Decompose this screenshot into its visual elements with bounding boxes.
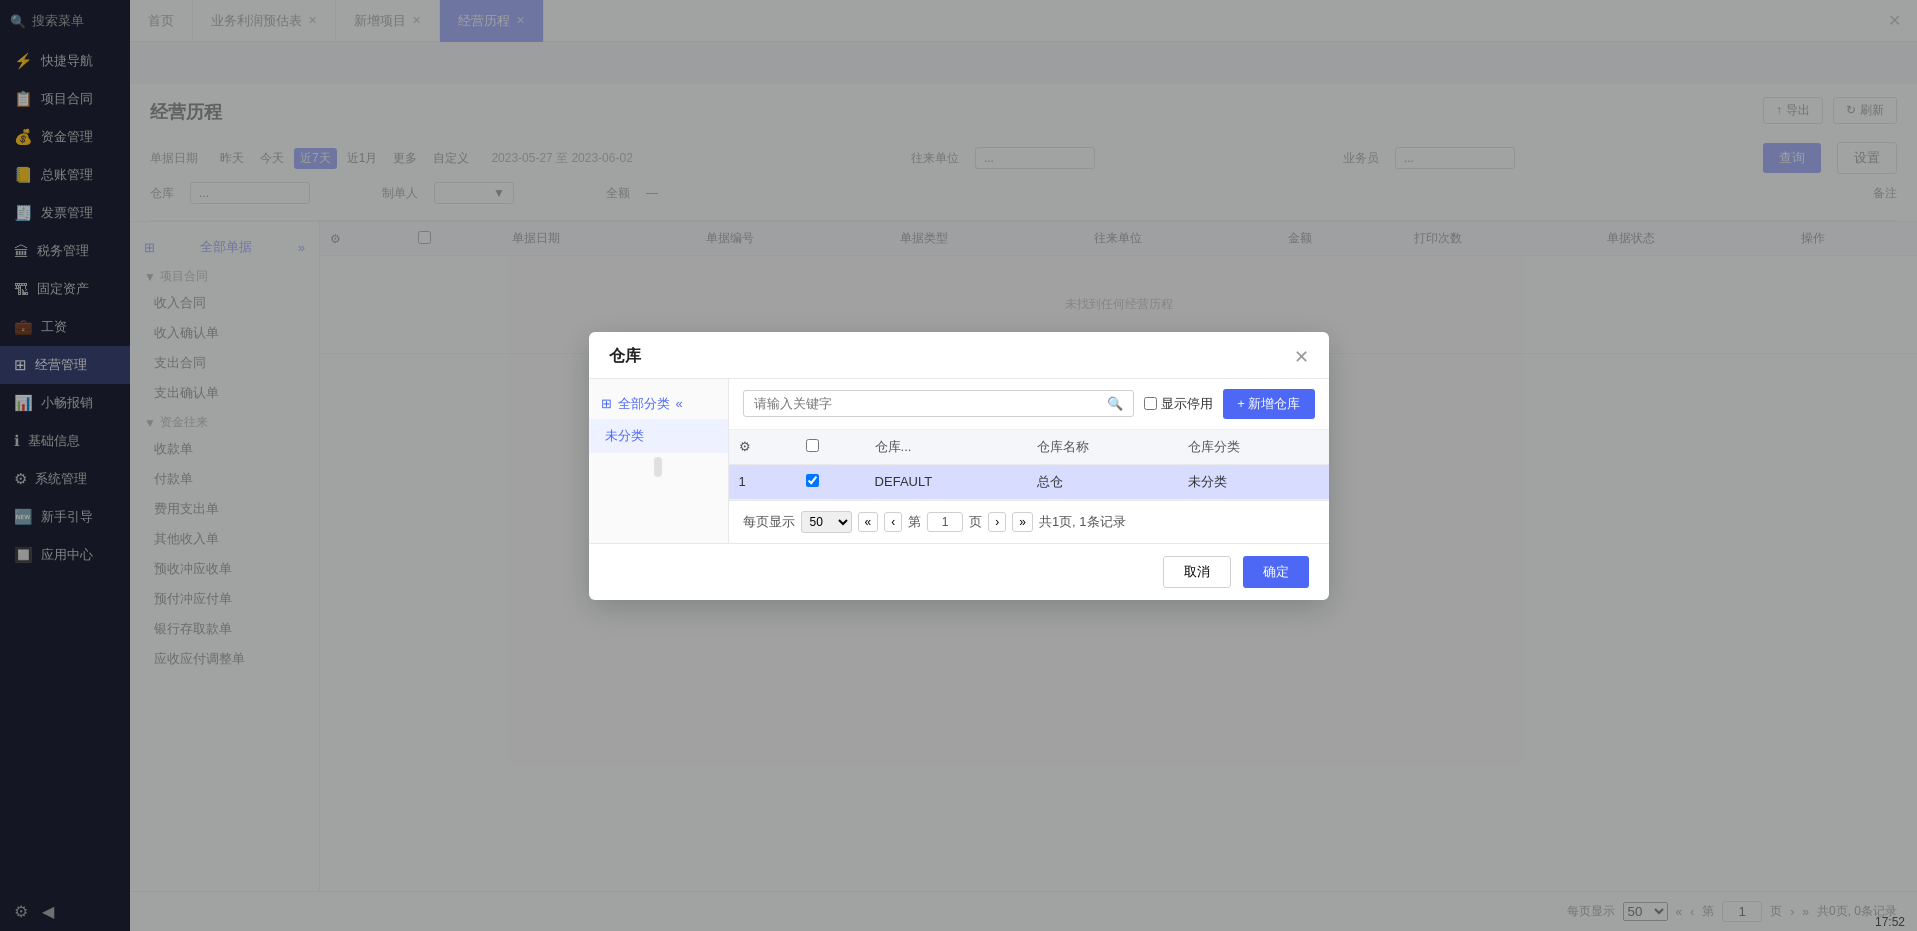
modal-row-checkbox[interactable] [796, 464, 865, 499]
modal-table-header: ⚙ 仓库... 仓库名称 仓库分类 [729, 430, 1329, 465]
modal-warehouse: 仓库 ✕ ⊞ 全部分类 « 未分类 [589, 332, 1329, 600]
modal-toolbar: 🔍 显示停用 + 新增仓库 [729, 379, 1329, 430]
modal-table-wrap: ⚙ 仓库... 仓库名称 仓库分类 1 DEFAULT [729, 430, 1329, 500]
show-disabled-checkbox[interactable] [1144, 397, 1157, 410]
modal-row-name: 总仓 [1027, 464, 1178, 499]
modal-left-header[interactable]: ⊞ 全部分类 « [589, 389, 728, 419]
modal-row-code: DEFAULT [865, 464, 1027, 499]
modal-header: 仓库 ✕ [589, 332, 1329, 379]
modal-th-checkbox [796, 430, 865, 465]
modal-search-field[interactable]: 🔍 [743, 390, 1135, 417]
cancel-button[interactable]: 取消 [1163, 556, 1231, 588]
modal-footer: 每页显示 50 100 « ‹ 第 页 › » 共1页, 1条记录 [729, 500, 1329, 543]
scroll-indicator [654, 457, 662, 477]
modal-page-next[interactable]: › [988, 512, 1006, 532]
modal-th-category: 仓库分类 [1178, 430, 1329, 465]
modal-left-header-label: 全部分类 [618, 395, 670, 413]
modal-page-input[interactable] [927, 512, 963, 532]
modal-right-panel: 🔍 显示停用 + 新增仓库 ⚙ [729, 379, 1329, 543]
modal-row-id: 1 [729, 464, 796, 499]
modal-page-last[interactable]: » [1012, 512, 1033, 532]
modal-per-page-select[interactable]: 50 100 [801, 511, 852, 533]
table-row[interactable]: 1 DEFAULT 总仓 未分类 [729, 464, 1329, 499]
modal-table: ⚙ 仓库... 仓库名称 仓库分类 1 DEFAULT [729, 430, 1329, 500]
show-disabled-label[interactable]: 显示停用 [1144, 395, 1213, 413]
collapse-icon: « [676, 396, 683, 411]
add-warehouse-button[interactable]: + 新增仓库 [1223, 389, 1314, 419]
modal-left-scroll: 未分类 [589, 419, 728, 453]
modal-page-first[interactable]: « [858, 512, 879, 532]
modal-left-panel: ⊞ 全部分类 « 未分类 [589, 379, 729, 543]
modal-row-category: 未分类 [1178, 464, 1329, 499]
modal-th-code: 仓库... [865, 430, 1027, 465]
grid-icon: ⊞ [601, 396, 612, 411]
modal-total-label: 共1页, 1条记录 [1039, 513, 1126, 531]
modal-select-all[interactable] [806, 439, 819, 452]
confirm-button[interactable]: 确定 [1243, 556, 1309, 588]
modal-th-name: 仓库名称 [1027, 430, 1178, 465]
modal-left-item-uncategorized[interactable]: 未分类 [589, 419, 728, 453]
modal-page-word: 第 [908, 513, 921, 531]
modal-page-label: 页 [969, 513, 982, 531]
modal-title: 仓库 [609, 346, 641, 367]
modal-per-page-label: 每页显示 [743, 513, 795, 531]
search-icon: 🔍 [1107, 396, 1123, 411]
modal-actions: 取消 确定 [589, 543, 1329, 600]
modal-body: ⊞ 全部分类 « 未分类 🔍 [589, 379, 1329, 543]
modal-th-settings: ⚙ [729, 430, 796, 465]
modal-pagination: 每页显示 50 100 « ‹ 第 页 › » 共1页, 1条记录 [743, 511, 1126, 533]
modal-page-prev[interactable]: ‹ [884, 512, 902, 532]
modal-search-input[interactable] [754, 396, 1102, 411]
modal-overlay: 仓库 ✕ ⊞ 全部分类 « 未分类 [0, 0, 1917, 931]
modal-close-button[interactable]: ✕ [1294, 346, 1309, 368]
